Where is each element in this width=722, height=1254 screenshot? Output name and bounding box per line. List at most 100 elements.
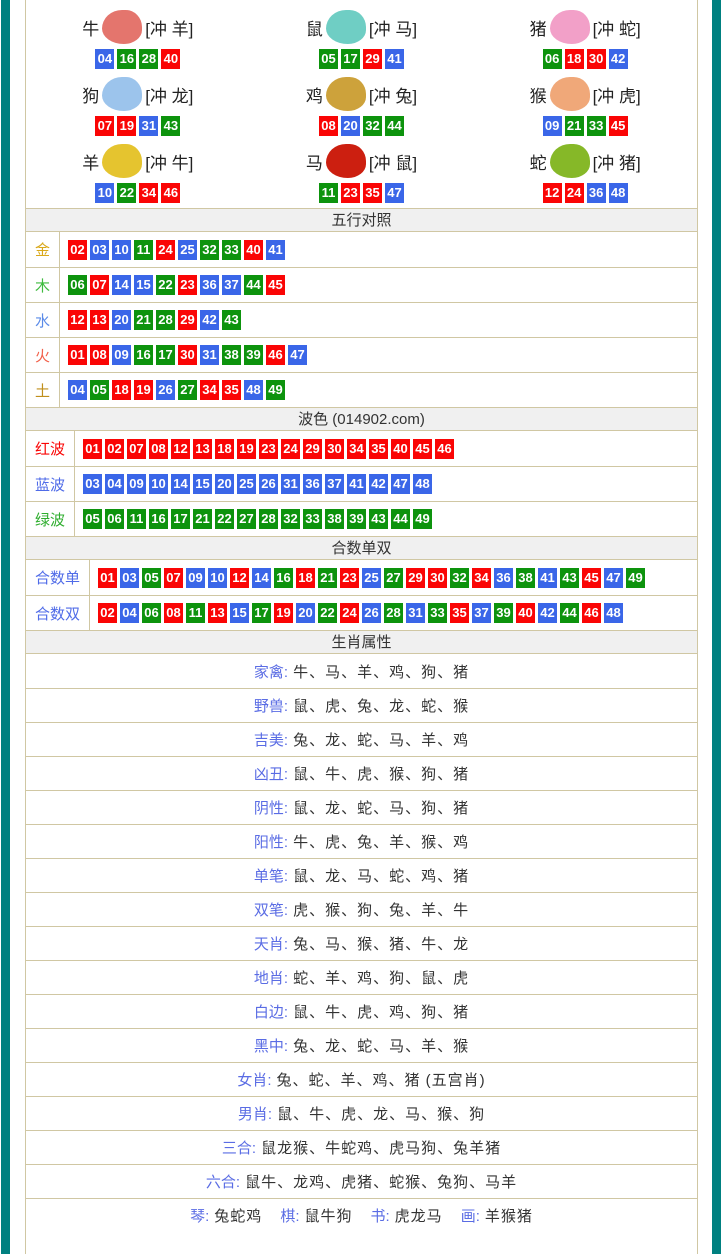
number-ball: 32	[450, 568, 469, 588]
wuxing-row-earth: 土04051819262734354849	[26, 372, 697, 407]
number-ball: 13	[90, 310, 109, 330]
zodiac-name-label: 牛	[82, 15, 99, 40]
number-ball: 24	[281, 439, 300, 459]
number-ball: 14	[171, 474, 190, 494]
attr-row-black-center: 黑中:兔、龙、蛇、马、羊、猴	[26, 1028, 697, 1062]
attr-pair: 画:羊猴猪	[461, 1205, 533, 1226]
number-ball: 47	[288, 345, 307, 365]
number-ball: 26	[156, 380, 175, 400]
attr-pair: 棋:鼠牛狗	[280, 1205, 352, 1226]
number-ball: 15	[134, 275, 153, 295]
attr-label: 黑中:	[254, 1035, 288, 1056]
zodiac-grid: 牛[冲 羊]04162840鼠[冲 马]05172941猪[冲 蛇]061830…	[26, 0, 697, 208]
attr-value: 鼠牛狗	[304, 1205, 352, 1226]
number-ball: 02	[98, 603, 117, 623]
section-header-shengxiao: 生肖属性	[26, 630, 697, 654]
attr-pair: 吉美:兔、龙、蛇、马、羊、鸡	[254, 729, 469, 750]
attr-row-domestic: 家禽:牛、马、羊、鸡、狗、猪	[26, 654, 697, 688]
attr-value: 兔、马、猴、猪、牛、龙	[293, 933, 469, 954]
zodiac-cell-goat: 羊[冲 牛]10223446	[26, 140, 250, 207]
number-ball: 19	[134, 380, 153, 400]
number-ball: 04	[68, 380, 87, 400]
number-row: 0108091617303138394647	[60, 338, 307, 372]
number-ball: 12	[543, 183, 562, 203]
number-row: 02031011242532334041	[60, 232, 285, 267]
attr-value: 牛、马、羊、鸡、狗、猪	[293, 661, 469, 682]
zodiac-name-label: 羊	[82, 149, 99, 174]
number-row: 05061116172122272832333839434449	[75, 502, 432, 536]
number-row: 0102070812131819232429303435404546	[75, 431, 454, 466]
number-ball: 39	[347, 509, 366, 529]
number-ball: 02	[68, 240, 87, 260]
number-row: 0204060811131517192022242628313335373940…	[90, 596, 623, 630]
number-ball: 31	[281, 474, 300, 494]
number-ball: 40	[161, 49, 180, 69]
number-ball: 41	[266, 240, 285, 260]
row-label: 木	[26, 268, 60, 302]
number-ball: 46	[266, 345, 285, 365]
attr-pair: 阴性:鼠、龙、蛇、马、狗、猪	[254, 797, 469, 818]
attr-pair: 阳性:牛、虎、兔、羊、猴、鸡	[254, 831, 469, 852]
number-ball: 40	[516, 603, 535, 623]
number-ball: 42	[609, 49, 628, 69]
number-ball: 17	[156, 345, 175, 365]
attr-row-sanhe: 三合:鼠龙猴、牛蛇鸡、虎马狗、兔羊猪	[26, 1130, 697, 1164]
reference-table: 牛[冲 羊]04162840鼠[冲 马]05172941猪[冲 蛇]061830…	[25, 0, 698, 1254]
attr-value: 蛇、羊、鸡、狗、鼠、虎	[293, 967, 469, 988]
attr-label: 三合:	[222, 1137, 256, 1158]
section-header-heshu: 合数单双	[26, 536, 697, 560]
number-ball: 22	[215, 509, 234, 529]
zodiac-name-label: 鼠	[306, 15, 323, 40]
number-ball: 34	[200, 380, 219, 400]
attr-label: 单笔:	[254, 865, 288, 886]
number-ball: 35	[222, 380, 241, 400]
row-label: 水	[26, 303, 60, 337]
attr-label: 棋:	[280, 1205, 299, 1226]
number-ball: 10	[95, 183, 114, 203]
number-ball: 34	[347, 439, 366, 459]
attr-label: 吉美:	[254, 729, 288, 750]
attr-value: 兔、蛇、羊、鸡、猪 (五宫肖)	[277, 1069, 486, 1090]
attr-row-yin: 阴性:鼠、龙、蛇、马、狗、猪	[26, 790, 697, 824]
number-ball: 34	[472, 568, 491, 588]
row-label: 蓝波	[26, 467, 75, 501]
number-ball: 21	[318, 568, 337, 588]
zodiac-cell-snake: 蛇[冲 猪]12243648	[473, 140, 697, 207]
zodiac-cell-rooster: 鸡[冲 兔]08203244	[250, 73, 474, 140]
wuxing-row-fire: 火0108091617303138394647	[26, 337, 697, 372]
number-ball: 39	[494, 603, 513, 623]
number-ball: 33	[428, 603, 447, 623]
zodiac-cell-pig: 猪[冲 蛇]06183042	[473, 6, 697, 73]
number-ball: 40	[244, 240, 263, 260]
row-label: 绿波	[26, 502, 75, 536]
zodiac-name-line: 鼠 [冲 马]	[250, 6, 474, 48]
zodiac-clash-label: [冲 猪]	[593, 149, 641, 174]
number-ball: 42	[200, 310, 219, 330]
number-ball: 30	[587, 49, 606, 69]
attr-pair: 女肖:兔、蛇、羊、鸡、猪 (五宫肖)	[237, 1069, 485, 1090]
number-ball: 24	[340, 603, 359, 623]
number-ball: 07	[127, 439, 146, 459]
zodiac-cell-monkey: 猴[冲 虎]09213345	[473, 73, 697, 140]
number-ball: 44	[385, 116, 404, 136]
number-ball: 43	[222, 310, 241, 330]
number-ball: 25	[237, 474, 256, 494]
attr-pair: 琴:兔蛇鸡	[190, 1205, 262, 1226]
number-ball: 29	[406, 568, 425, 588]
zodiac-name-label: 狗	[82, 82, 99, 107]
number-ball: 20	[296, 603, 315, 623]
number-ball: 19	[274, 603, 293, 623]
wuxing-row-gold: 金02031011242532334041	[26, 232, 697, 267]
number-ball: 48	[609, 183, 628, 203]
number-ball: 06	[543, 49, 562, 69]
zodiac-number-row: 08203244	[250, 116, 474, 136]
number-ball: 41	[385, 49, 404, 69]
number-ball: 07	[90, 275, 109, 295]
number-ball: 37	[325, 474, 344, 494]
attr-pair: 三合:鼠龙猴、牛蛇鸡、虎马狗、兔羊猪	[222, 1137, 501, 1158]
number-ball: 09	[127, 474, 146, 494]
number-ball: 30	[428, 568, 447, 588]
number-ball: 36	[303, 474, 322, 494]
zodiac-name-line: 蛇[冲 猪]	[473, 140, 697, 182]
zodiac-clash-label: [冲 马]	[369, 15, 417, 40]
